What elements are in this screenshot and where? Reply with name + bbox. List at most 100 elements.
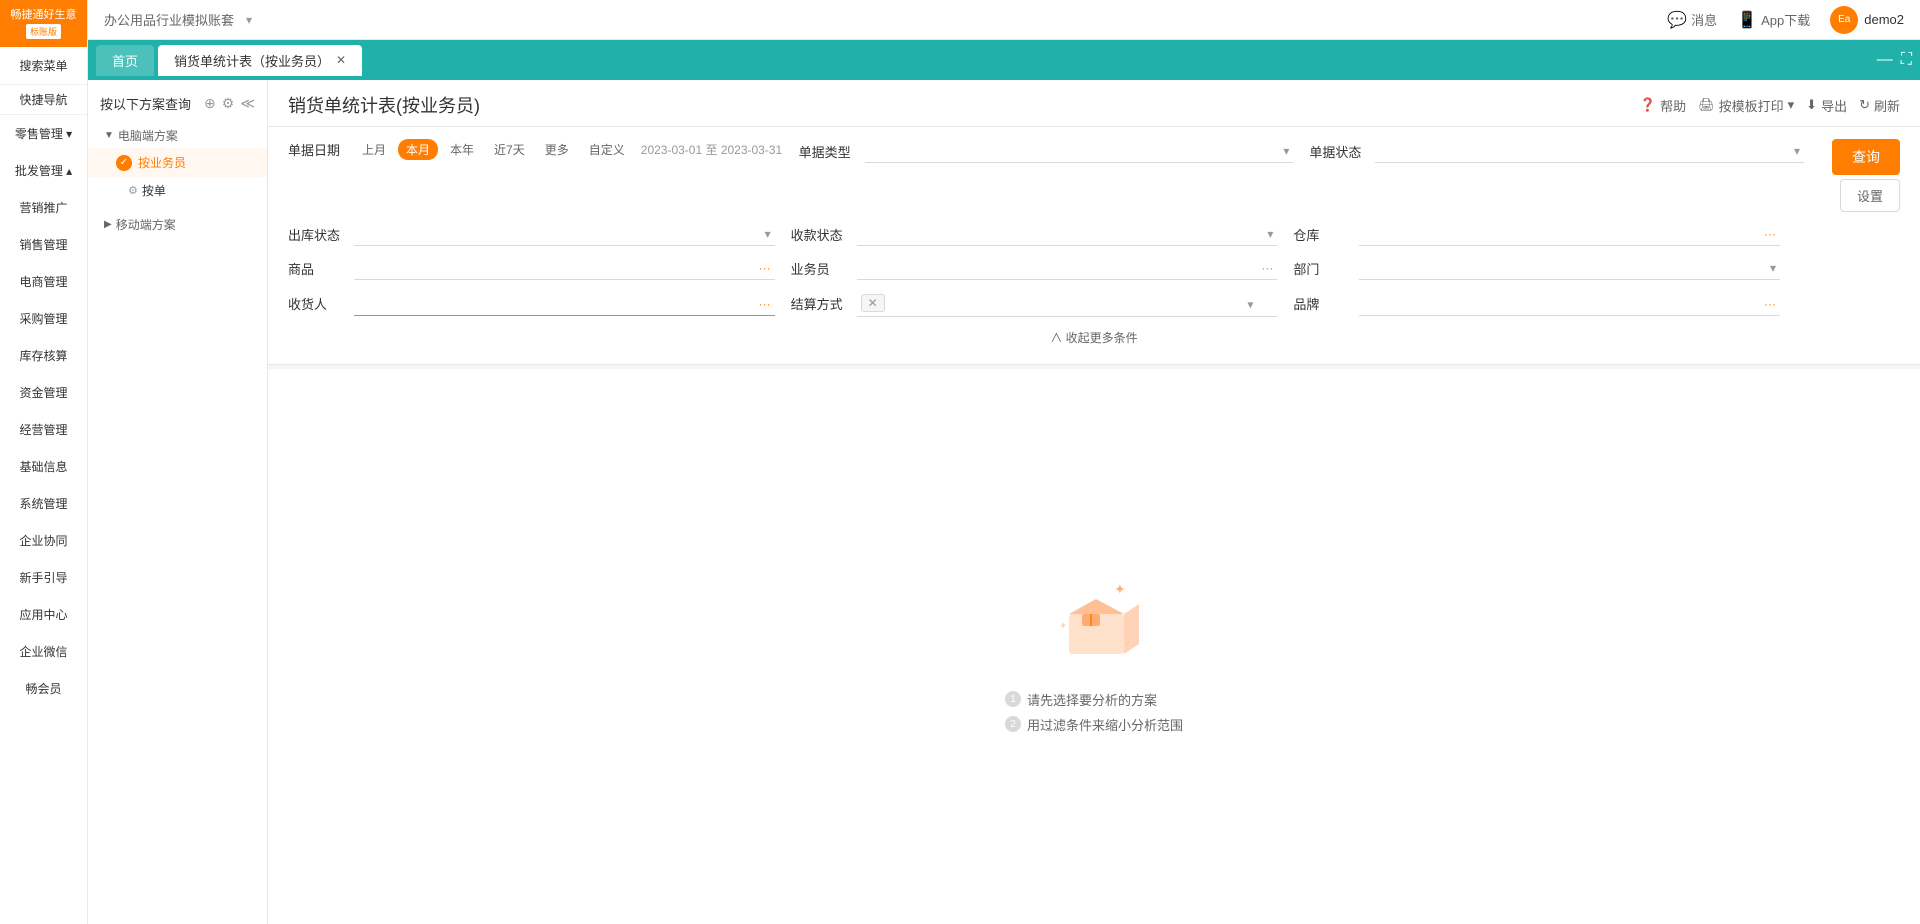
doctype-control bbox=[865, 139, 1294, 163]
sidebar-item-system[interactable]: 系统管理 bbox=[0, 485, 87, 522]
help-btn[interactable]: ❓ 帮助 bbox=[1640, 96, 1686, 115]
goods-label: 商品 bbox=[288, 259, 346, 278]
panel-header-title: 按以下方案查询 bbox=[100, 94, 191, 113]
sidebar-item-newuser[interactable]: 新手引导 bbox=[0, 559, 87, 596]
warehouse-input[interactable] bbox=[1359, 222, 1780, 246]
panel-section-mobile-header[interactable]: ▶ 移动端方案 bbox=[88, 212, 267, 237]
tip2-text: 用过滤条件来缩小分析范围 bbox=[1027, 715, 1183, 734]
svg-text:✦: ✦ bbox=[1124, 639, 1131, 648]
sidebar-item-marketing[interactable]: 营销推广 bbox=[0, 189, 87, 226]
sidebar-item-wechat[interactable]: 企业微信 bbox=[0, 633, 87, 670]
salesperson-input[interactable] bbox=[857, 256, 1278, 280]
date-tab-lastmonth[interactable]: 上月 bbox=[354, 139, 394, 160]
warehouse-label: 仓库 bbox=[1293, 225, 1351, 244]
consignee-input[interactable] bbox=[354, 292, 775, 316]
print-arrow-icon: ▾ bbox=[1788, 97, 1795, 113]
export-icon: ⬇ bbox=[1806, 97, 1817, 113]
sidebar-item-retail[interactable]: 零售管理 ▾ bbox=[0, 115, 87, 152]
query-area: 查询 设置 bbox=[1820, 139, 1900, 212]
sidebar-search[interactable]: 搜索菜单 bbox=[0, 47, 87, 85]
consignee-label: 收货人 bbox=[288, 294, 346, 313]
topbar-dropdown-icon[interactable]: ▾ bbox=[246, 13, 252, 27]
panel-section-pc: ▼ 电脑端方案 ✓ 按业务员 ⚙ 按单 bbox=[88, 119, 267, 208]
sidebar-item-ecommerce[interactable]: 电商管理 bbox=[0, 263, 87, 300]
panel-item-byorder[interactable]: ⚙ 按单 bbox=[88, 177, 267, 204]
sidebar-item-purchase[interactable]: 采购管理 bbox=[0, 300, 87, 337]
brand-input[interactable] bbox=[1359, 292, 1780, 316]
sidebar-item-finance[interactable]: 资金管理 bbox=[0, 374, 87, 411]
doctype-dropdown-icon[interactable] bbox=[1283, 144, 1289, 158]
tab-close-icon[interactable]: ✕ bbox=[336, 53, 346, 67]
consignee-dots-icon[interactable]: ··· bbox=[759, 297, 771, 311]
panel-item-salesperson[interactable]: ✓ 按业务员 bbox=[88, 148, 267, 177]
panel-settings-icon[interactable]: ⚙ bbox=[222, 95, 235, 112]
payment-tag-close-icon[interactable]: ✕ bbox=[868, 296, 878, 310]
app-download-btn[interactable]: 📱 App下载 bbox=[1737, 10, 1810, 30]
panel-header: 按以下方案查询 ⊕ ⚙ ≪ bbox=[88, 88, 267, 119]
print-icon: 🖨 bbox=[1698, 97, 1715, 113]
outstatus-dropdown-icon[interactable] bbox=[765, 227, 771, 241]
set-button[interactable]: 设置 bbox=[1840, 179, 1900, 212]
sidebar-quicknav[interactable]: 快捷导航 bbox=[0, 85, 87, 115]
sidebar-item-member[interactable]: 畅会员 bbox=[0, 670, 87, 707]
brand-filter: 品牌 ··· bbox=[1293, 292, 1780, 316]
dept-dropdown-icon[interactable] bbox=[1770, 261, 1776, 275]
payment-label: 结算方式 bbox=[791, 294, 849, 313]
collapse-label: 收起更多条件 bbox=[1066, 331, 1138, 345]
goods-input[interactable] bbox=[354, 256, 775, 280]
receiptstatus-input[interactable] bbox=[857, 222, 1278, 246]
sidebar-item-appcenter[interactable]: 应用中心 bbox=[0, 596, 87, 633]
doctype-input[interactable] bbox=[865, 139, 1294, 163]
date-tab-thismonth[interactable]: 本月 bbox=[398, 139, 438, 160]
goods-dots-icon[interactable]: ··· bbox=[759, 261, 771, 275]
print-btn[interactable]: 🖨 按模板打印 ▾ bbox=[1698, 96, 1794, 115]
panel-section-pc-header[interactable]: ▼ 电脑端方案 bbox=[88, 123, 267, 148]
salesperson-label: 按业务员 bbox=[138, 154, 186, 171]
query-button[interactable]: 查询 bbox=[1832, 139, 1900, 175]
warehouse-dots-icon[interactable]: ··· bbox=[1764, 227, 1776, 241]
docstatus-input[interactable] bbox=[1375, 139, 1804, 163]
payment-dropdown-icon[interactable] bbox=[1247, 297, 1253, 311]
sidebar-item-wholesale[interactable]: 批发管理 ▴ bbox=[0, 152, 87, 189]
date-tab-7days[interactable]: 近7天 bbox=[486, 139, 533, 160]
receiptstatus-dropdown-icon[interactable] bbox=[1267, 227, 1273, 241]
tab-sales-stat[interactable]: 销货单统计表（按业务员） ✕ bbox=[158, 45, 362, 76]
panel-add-icon[interactable]: ⊕ bbox=[204, 95, 216, 112]
export-label: 导出 bbox=[1821, 96, 1847, 115]
sidebar-item-basicinfo[interactable]: 基础信息 bbox=[0, 448, 87, 485]
date-tab-more[interactable]: 更多 bbox=[537, 139, 577, 160]
download-icon: 📱 bbox=[1737, 10, 1757, 30]
tab-minimize-btn[interactable]: — bbox=[1877, 51, 1893, 69]
sidebar-item-enterprise[interactable]: 企业协同 bbox=[0, 522, 87, 559]
date-tab-custom[interactable]: 自定义 bbox=[581, 139, 633, 160]
receiptstatus-label: 收款状态 bbox=[791, 225, 849, 244]
sidebar-item-operation[interactable]: 经营管理 bbox=[0, 411, 87, 448]
dept-label: 部门 bbox=[1293, 259, 1351, 278]
salesperson-dots-icon[interactable]: ··· bbox=[1261, 261, 1273, 275]
svg-text:✦: ✦ bbox=[1114, 581, 1126, 597]
sidebar-item-sales[interactable]: 销售管理 bbox=[0, 226, 87, 263]
panel-header-actions: ⊕ ⚙ ≪ bbox=[204, 95, 255, 112]
tab-home[interactable]: 首页 bbox=[96, 45, 154, 76]
docstatus-dropdown-icon[interactable] bbox=[1794, 144, 1800, 158]
date-tab-thisyear[interactable]: 本年 bbox=[442, 139, 482, 160]
goods-control: ··· bbox=[354, 256, 775, 280]
salesperson-icon: ✓ bbox=[116, 155, 132, 171]
filter-area: 单据日期 上月 本月 本年 近7天 更多 自定义 2023-03-01 至 20… bbox=[268, 127, 1920, 365]
tab-maximize-btn[interactable]: ⛶ bbox=[1901, 51, 1912, 69]
user-avatar[interactable]: Ea demo2 bbox=[1830, 6, 1904, 34]
collapse-bar[interactable]: ∧ 收起更多条件 bbox=[288, 323, 1900, 352]
sidebar-item-inventory[interactable]: 库存核算 bbox=[0, 337, 87, 374]
refresh-btn[interactable]: ↻ 刷新 bbox=[1859, 96, 1900, 115]
export-btn[interactable]: ⬇ 导出 bbox=[1806, 96, 1847, 115]
panel-collapse-icon[interactable]: ≪ bbox=[240, 95, 255, 112]
payment-tag: ✕ bbox=[861, 294, 885, 312]
message-btn[interactable]: 💬 消息 bbox=[1667, 10, 1717, 30]
warehouse-filter: 仓库 ··· bbox=[1293, 222, 1780, 246]
message-label: 消息 bbox=[1691, 10, 1717, 29]
outstatus-input[interactable] bbox=[354, 222, 775, 246]
app-logo[interactable]: 畅捷通好生意 标账版 bbox=[0, 0, 87, 47]
brand-dots-icon[interactable]: ··· bbox=[1764, 297, 1776, 311]
receiptstatus-filter: 收款状态 bbox=[791, 222, 1278, 246]
dept-input[interactable] bbox=[1359, 256, 1780, 280]
